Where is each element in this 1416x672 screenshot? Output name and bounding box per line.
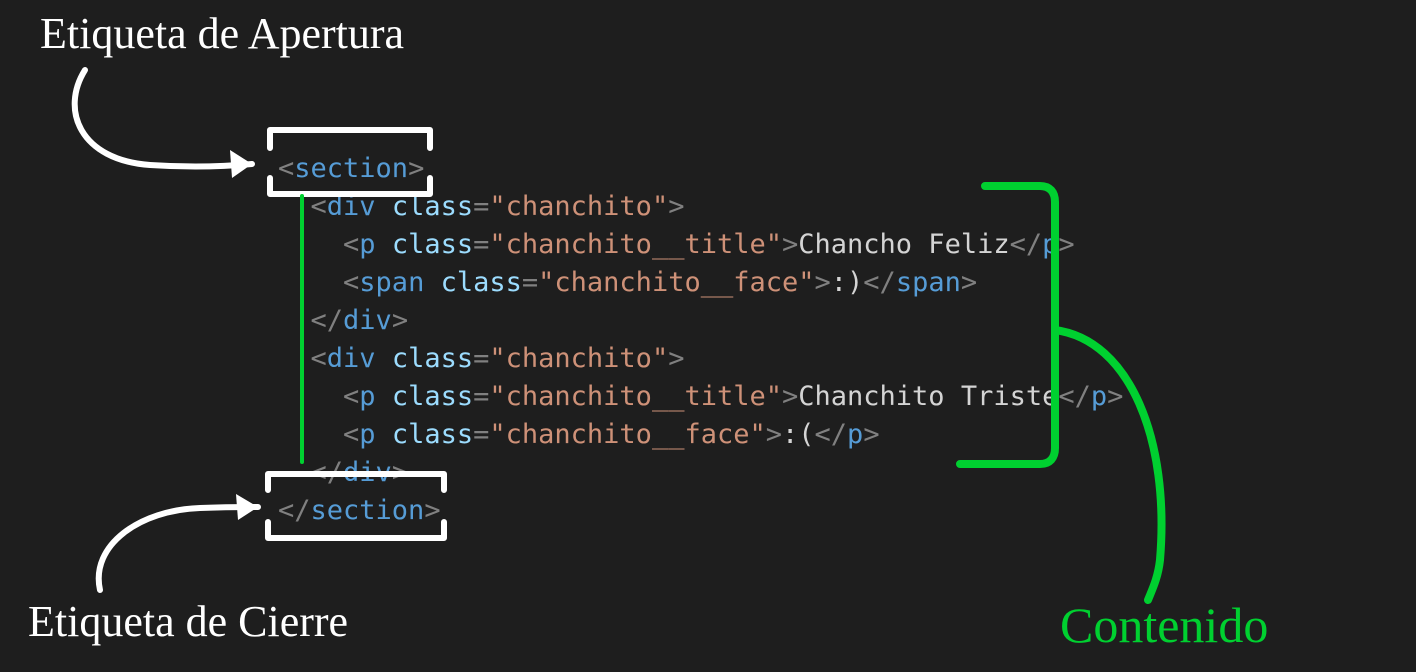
code-line-3: <p class="chanchito__title">Chancho Feli…: [278, 229, 1075, 260]
code-line-2: <div class="chanchito">: [278, 191, 684, 222]
code-line-5: </div>: [278, 305, 408, 336]
arrow-to-closing: [99, 507, 258, 590]
code-line-8: <p class="chanchito__face">:(</p>: [278, 419, 880, 450]
label-content: Contenido: [1060, 596, 1268, 654]
arrow-to-opening: [75, 70, 252, 167]
arrowhead-closing: [236, 494, 258, 520]
code-block: <section> <div class="chanchito"> <p cla…: [278, 150, 1123, 530]
arrowhead-opening: [230, 150, 252, 178]
code-line-7: <p class="chanchito__title">Chanchito Tr…: [278, 381, 1123, 412]
label-opening-tag: Etiqueta de Apertura: [40, 8, 404, 59]
code-line-6: <div class="chanchito">: [278, 343, 684, 374]
code-line-10: </section>: [278, 495, 441, 526]
label-closing-tag: Etiqueta de Cierre: [28, 596, 348, 647]
code-line-4: <span class="chanchito__face">:)</span>: [278, 267, 977, 298]
code-line-9: </div>: [278, 457, 408, 488]
code-line-1: <section>: [278, 153, 424, 184]
diagram-stage: Etiqueta de Apertura Etiqueta de Cierre …: [0, 0, 1416, 672]
